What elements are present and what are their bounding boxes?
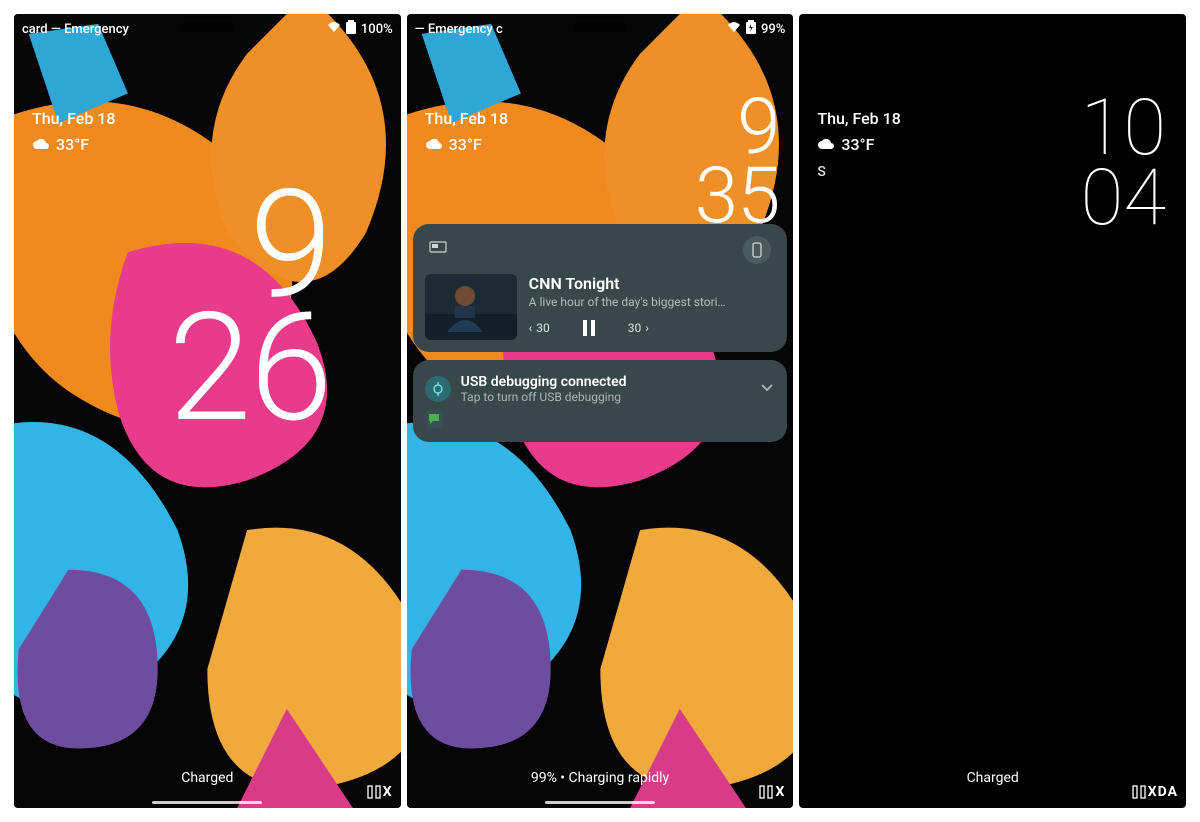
- battery-icon: [745, 20, 757, 38]
- media-notification[interactable]: CNN Tonight A live hour of the day's big…: [413, 224, 788, 352]
- xda-watermark: XDA: [1132, 784, 1178, 800]
- media-title: CNN Tonight: [529, 274, 776, 293]
- temperature: 33°F: [449, 132, 482, 158]
- bug-icon: [425, 376, 451, 402]
- status-bar: — Emergency c 99%: [415, 20, 786, 38]
- charging-status: 99% • Charging rapidly: [407, 770, 794, 786]
- date-text: Thu, Feb 18: [817, 106, 900, 132]
- notification-subtitle: Tap to turn off USB debugging: [461, 390, 750, 404]
- sub-indicator: S: [817, 161, 900, 183]
- lock-clock: 9 26: [168, 184, 330, 430]
- battery-icon: [345, 20, 357, 38]
- usb-debugging-notification[interactable]: USB debugging connected Tap to turn off …: [413, 360, 788, 442]
- aod-screen: Thu, Feb 18 33°F S 10 04 Charged: [799, 14, 1186, 808]
- cast-icon[interactable]: [429, 241, 447, 259]
- charging-status: Charged: [799, 770, 1186, 786]
- xda-watermark: X: [367, 784, 393, 800]
- clock-minutes: 04: [1081, 164, 1166, 234]
- cloud-icon: [817, 132, 835, 158]
- wifi-icon: [327, 21, 341, 37]
- nav-pill[interactable]: [152, 801, 262, 804]
- xda-watermark: X: [759, 784, 785, 800]
- battery-percent: 100%: [361, 22, 393, 37]
- carrier-text: — Emergency c: [415, 22, 503, 37]
- lockscreen-2: — Emergency c 99% Thu, Feb 18: [407, 14, 794, 808]
- date-text: Thu, Feb 18: [425, 106, 508, 132]
- output-switch-button[interactable]: [743, 236, 771, 264]
- messages-icon[interactable]: [425, 410, 443, 428]
- battery-percent: 99%: [761, 22, 785, 37]
- skip-forward-button[interactable]: 30›: [628, 321, 649, 335]
- carrier-text: card — Emergency: [22, 22, 129, 37]
- charging-status: Charged: [14, 770, 401, 786]
- media-subtitle: A live hour of the day's biggest stori…: [529, 295, 776, 309]
- date-weather: Thu, Feb 18 33°F: [32, 106, 115, 157]
- lock-clock: 9 35: [695, 94, 780, 231]
- notification-shade: CNN Tonight A live hour of the day's big…: [413, 224, 788, 442]
- expand-icon[interactable]: [759, 379, 775, 399]
- clock-minutes: 35: [695, 163, 780, 232]
- aod-clock: 10 04: [1081, 94, 1166, 234]
- cloud-icon: [425, 132, 443, 158]
- clock-minutes: 26: [168, 307, 330, 430]
- date-weather: Thu, Feb 18 33°F S: [817, 106, 900, 184]
- pause-button[interactable]: [580, 319, 598, 337]
- date-weather: Thu, Feb 18 33°F: [425, 106, 508, 157]
- nav-pill[interactable]: [545, 801, 655, 804]
- temperature: 33°F: [56, 132, 89, 158]
- lockscreen-1: card — Emergency 100% Thu, Feb 18: [14, 14, 401, 808]
- wifi-icon: [727, 21, 741, 37]
- skip-back-button[interactable]: ‹30: [529, 321, 550, 335]
- cloud-icon: [32, 132, 50, 158]
- media-thumbnail: [425, 274, 517, 340]
- notification-title: USB debugging connected: [461, 374, 750, 390]
- status-bar: card — Emergency 100%: [22, 20, 393, 38]
- temperature: 33°F: [841, 132, 874, 158]
- date-text: Thu, Feb 18: [32, 106, 115, 132]
